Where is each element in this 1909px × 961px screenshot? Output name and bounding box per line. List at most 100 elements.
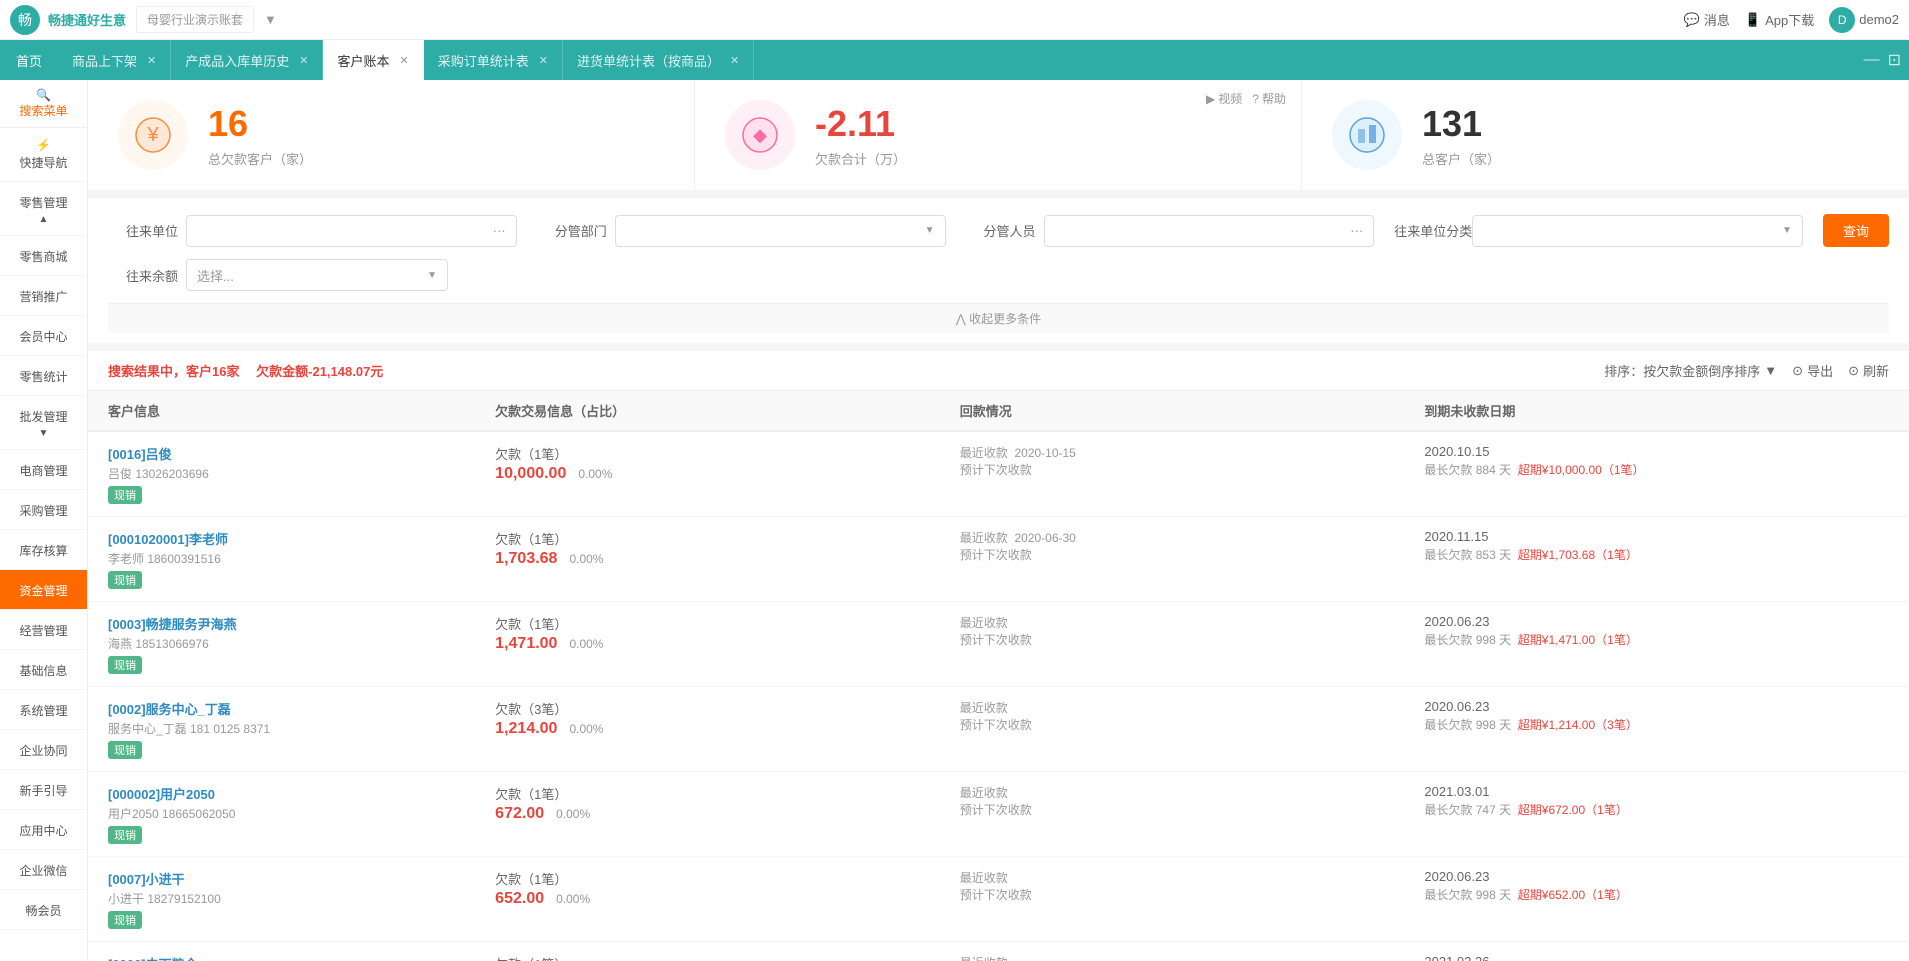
- customer-name-link-3[interactable]: [0002]服务中心_丁磊: [108, 699, 495, 718]
- nav-tabs: 首页 商品上下架 ✕ 产成品入库单历史 ✕ 客户账本 ✕ 采购订单统计表 ✕ 进…: [0, 40, 1909, 80]
- app-logo-icon: 畅: [10, 5, 40, 35]
- sidebar-item-basic-info[interactable]: 基础信息: [0, 650, 87, 690]
- filter-unit: 往来单位 ···: [108, 215, 517, 247]
- video-label[interactable]: ▶视频: [1206, 90, 1242, 107]
- tab-purchase-order[interactable]: 采购订单统计表 ✕: [424, 40, 563, 80]
- overdue-link-2[interactable]: 超期¥1,471.00（1笔）: [1518, 633, 1638, 647]
- sidebar-quick-nav[interactable]: ⚡ 快捷导航: [0, 128, 87, 182]
- collapse-filters-button[interactable]: ⋀ 收起更多条件: [108, 303, 1889, 333]
- sidebar-item-app-center[interactable]: 应用中心: [0, 810, 87, 850]
- customer-name-link-4[interactable]: [000002]用户2050: [108, 784, 495, 803]
- sidebar-item-retail-mall[interactable]: 零售商城: [0, 236, 87, 276]
- tab-finished-goods-close[interactable]: ✕: [299, 54, 308, 67]
- sidebar-item-guide[interactable]: 新手引导: [0, 770, 87, 810]
- overdue-cell-0: 2020.10.15 最长欠款 884 天 超期¥10,000.00（1笔）: [1424, 444, 1889, 478]
- recovery-label-6: 最近收款: [960, 954, 1425, 961]
- table-row: [0001020001]李老师 李老师 18600391516 现销 欠款（1笔…: [88, 517, 1909, 602]
- nav-minimize-button[interactable]: —: [1864, 51, 1880, 69]
- debt-percent-0: 0.00%: [578, 467, 612, 481]
- help-label[interactable]: ?帮助: [1252, 90, 1286, 107]
- sidebar-item-inventory[interactable]: 库存核算: [0, 530, 87, 570]
- user-avatar-button[interactable]: D demo2: [1829, 7, 1899, 33]
- app-download-button[interactable]: 📱 App下载: [1745, 10, 1814, 29]
- sort-label: 排序：按欠款金额倒序排序: [1604, 361, 1760, 380]
- recovery-label-3: 最近收款: [960, 699, 1425, 716]
- filter-person-label: 分管人员: [966, 221, 1036, 240]
- tab-home[interactable]: 首页: [0, 40, 58, 80]
- filter-balance-chevron: ▼: [427, 270, 437, 281]
- sidebar-item-retail-mgmt[interactable]: 零售管理 ▲: [0, 182, 87, 236]
- filter-balance-label: 往来余额: [108, 266, 178, 285]
- sidebar-item-member[interactable]: 会员中心: [0, 316, 87, 356]
- tab-purchase-stats-close[interactable]: ✕: [730, 54, 739, 67]
- sidebar-item-finance[interactable]: 资金管理: [0, 570, 87, 610]
- message-icon: 💬: [1684, 12, 1700, 28]
- chevron-down-icon: ▲: [39, 214, 49, 225]
- tab-customer-account[interactable]: 客户账本 ✕: [323, 40, 423, 80]
- customer-info-0: 吕俊 13026203696: [108, 465, 495, 482]
- filter-dept-input[interactable]: ▼: [615, 215, 946, 247]
- stat-card-total-customers: 131 总客户（家）: [1302, 80, 1909, 190]
- customer-name-link-6[interactable]: [0006]去下粮仓: [108, 954, 495, 961]
- debt-inline-5: 652.00 0.00%: [495, 888, 960, 908]
- dropdown-chevron-icon[interactable]: ▼: [264, 12, 277, 27]
- stat-top-right: ▶视频 ?帮助: [1206, 90, 1286, 107]
- download-icon: 📱: [1745, 12, 1761, 28]
- overdue-link-0[interactable]: 超期¥10,000.00（1笔）: [1518, 463, 1645, 477]
- result-count: 16: [212, 364, 226, 379]
- customer-name-link-1[interactable]: [0001020001]李老师: [108, 529, 495, 548]
- sidebar-item-business[interactable]: 经营管理: [0, 610, 87, 650]
- quick-nav-icon: ⚡: [6, 138, 81, 152]
- message-button[interactable]: 💬 消息: [1684, 10, 1730, 29]
- overdue-link-3[interactable]: 超期¥1,214.00（3笔）: [1518, 718, 1638, 732]
- filter-balance-input[interactable]: 选择... ▼: [186, 259, 448, 291]
- tab-purchase-order-close[interactable]: ✕: [539, 54, 548, 67]
- overdue-date-5: 2020.06.23: [1424, 869, 1889, 884]
- search-button[interactable]: 查询: [1823, 214, 1889, 247]
- sidebar-item-collab[interactable]: 企业协同: [0, 730, 87, 770]
- sidebar-item-retail-stats[interactable]: 零售统计: [0, 356, 87, 396]
- tab-purchase-stats[interactable]: 进货单统计表（按商品） ✕: [563, 40, 754, 80]
- sidebar-item-ecommerce[interactable]: 电商管理: [0, 450, 87, 490]
- tab-finished-goods[interactable]: 产成品入库单历史 ✕: [171, 40, 323, 80]
- sidebar-item-system[interactable]: 系统管理: [0, 690, 87, 730]
- sidebar-search[interactable]: 🔍 搜索菜单: [0, 80, 87, 128]
- customer-name-link-5[interactable]: [0007]小进干: [108, 869, 495, 888]
- overdue-detail-1: 最长欠款 853 天 超期¥1,703.68（1笔）: [1424, 546, 1889, 563]
- overdue-date-6: 2021.02.26: [1424, 954, 1889, 961]
- stat-icon-money: ¥: [118, 100, 188, 170]
- sidebar-item-purchase[interactable]: 采购管理: [0, 490, 87, 530]
- overdue-link-5[interactable]: 超期¥652.00（1笔）: [1518, 888, 1628, 902]
- filter-unit-input[interactable]: ···: [186, 215, 517, 247]
- debt-percent-3: 0.00%: [569, 722, 603, 736]
- customer-info-1: 李老师 18600391516: [108, 550, 495, 567]
- overdue-link-4[interactable]: 超期¥672.00（1笔）: [1518, 803, 1628, 817]
- filter-dept-label: 分管部门: [537, 221, 607, 240]
- debt-inline-2: 1,471.00 0.00%: [495, 633, 960, 653]
- recovery-next-2: 预计下次收款: [960, 631, 1425, 648]
- export-button[interactable]: ⊙ 导出: [1792, 361, 1833, 380]
- refresh-button[interactable]: ⊙ 刷新: [1848, 361, 1889, 380]
- customer-name-link-0[interactable]: [0016]吕俊: [108, 444, 495, 463]
- tab-goods-close[interactable]: ✕: [147, 54, 156, 67]
- sidebar-item-wholesale[interactable]: 批发管理 ▼: [0, 396, 87, 450]
- filter-category-label: 往来单位分类: [1394, 221, 1464, 240]
- customer-name-link-2[interactable]: [0003]畅捷服务尹海燕: [108, 614, 495, 633]
- filter-person-input[interactable]: ···: [1044, 215, 1375, 247]
- sidebar-item-vip[interactable]: 畅会员: [0, 890, 87, 930]
- sort-select[interactable]: 排序：按欠款金额倒序排序 ▼: [1604, 361, 1777, 380]
- sidebar-retail-mall-label: 零售商城: [6, 248, 81, 265]
- tab-purchase-stats-label: 进货单统计表（按商品）: [577, 51, 720, 70]
- stats-row: ¥ 16 总欠款客户（家） ◆ -2.11 欠款合计（万）: [88, 80, 1909, 190]
- filter-category-input[interactable]: ▼: [1472, 215, 1803, 247]
- tab-goods[interactable]: 商品上下架 ✕: [58, 40, 171, 80]
- data-table: 客户信息 欠款交易信息（占比） 回款情况 到期未收款日期 [0016]吕俊 吕俊…: [88, 391, 1909, 961]
- overdue-cell-4: 2021.03.01 最长欠款 747 天 超期¥672.00（1笔）: [1424, 784, 1889, 818]
- overdue-date-0: 2020.10.15: [1424, 444, 1889, 459]
- sidebar-item-wechat[interactable]: 企业微信: [0, 850, 87, 890]
- table-row: [0002]服务中心_丁磊 服务中心_丁磊 181 0125 8371 现销 欠…: [88, 687, 1909, 772]
- overdue-link-1[interactable]: 超期¥1,703.68（1笔）: [1518, 548, 1638, 562]
- sidebar-item-marketing[interactable]: 营销推广: [0, 276, 87, 316]
- nav-expand-button[interactable]: ⊡: [1888, 50, 1901, 70]
- tab-customer-account-close[interactable]: ✕: [400, 54, 409, 67]
